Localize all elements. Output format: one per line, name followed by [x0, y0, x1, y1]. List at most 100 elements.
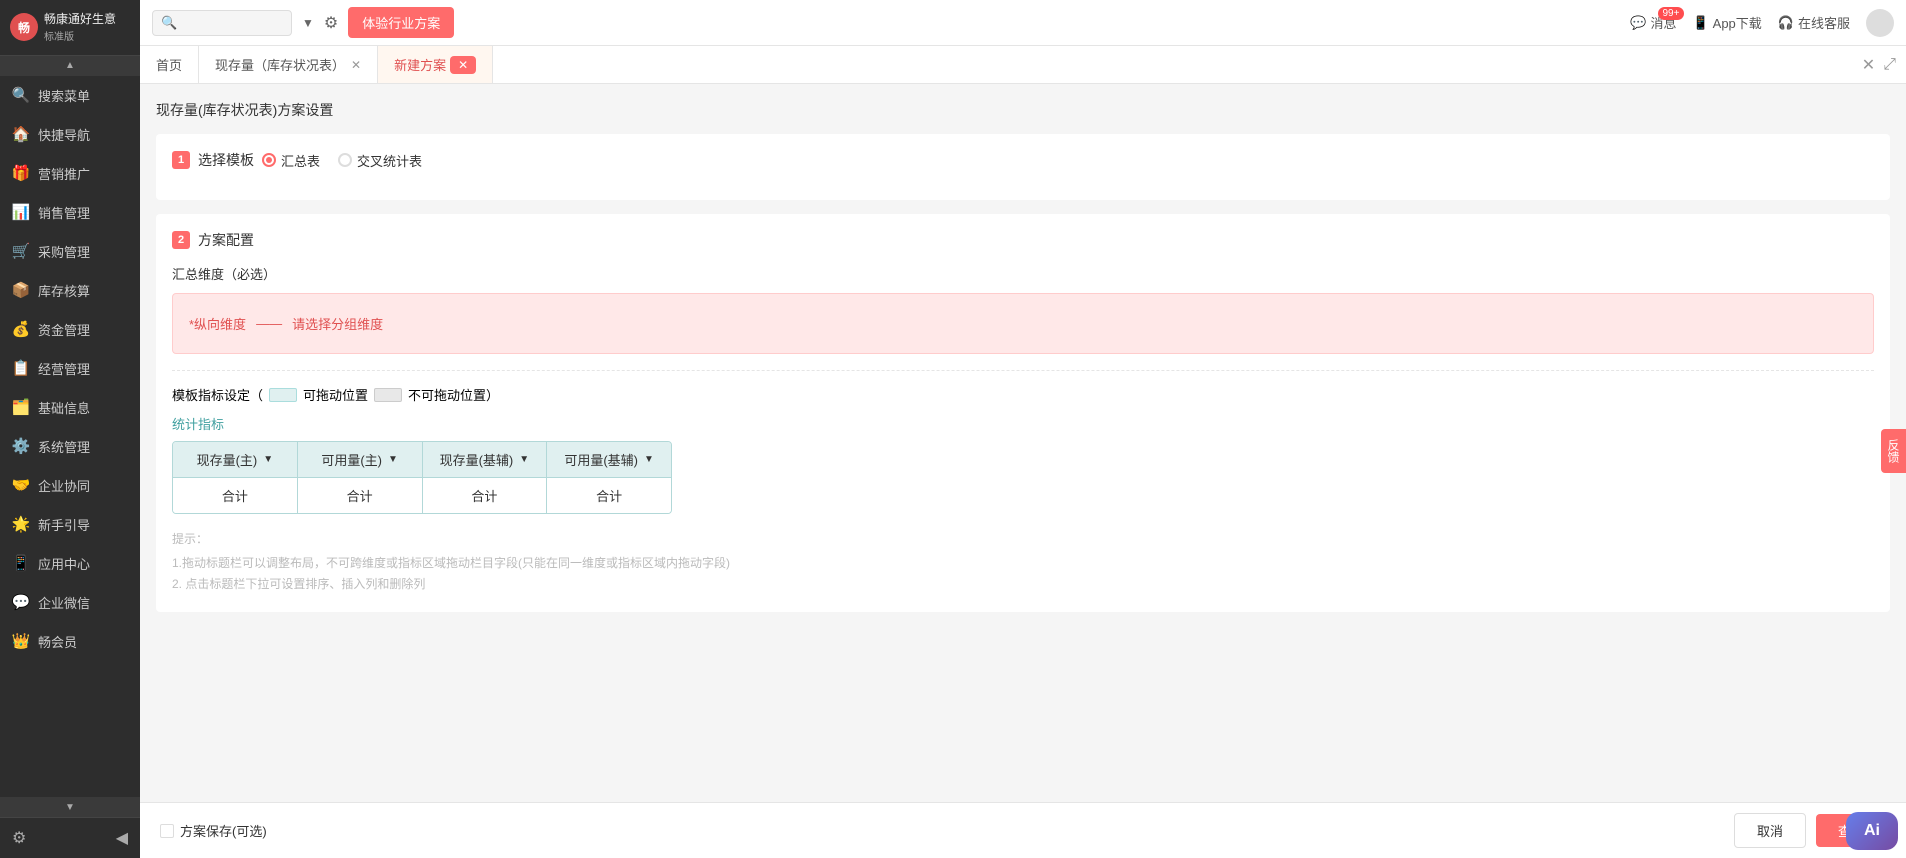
- step2-section: 2 方案配置 汇总维度（必选） *纵向维度 —— 请选择分组维度 模板指标设定（…: [156, 214, 1890, 612]
- sidebar-bottom: ⚙ ◀: [0, 817, 140, 858]
- experience-btn[interactable]: 体验行业方案: [348, 7, 454, 38]
- tab-close-inventory_status[interactable]: ✕: [351, 58, 361, 72]
- vertical-dimension-label: *纵向维度: [189, 314, 246, 333]
- message-icon: 💬: [1630, 15, 1646, 31]
- topbar-right: 💬 消息 99+ 📱 App下载 🎧 在线客服: [1630, 9, 1894, 37]
- logo-text: 畅康通好生意: [44, 12, 116, 28]
- save-checkbox[interactable]: [160, 824, 174, 838]
- sidebar-item-inventory[interactable]: 📦 库存核算: [0, 271, 140, 310]
- tab-new_plan[interactable]: 新建方案✕: [378, 46, 493, 83]
- sidebar-item-system[interactable]: ⚙️系统管理: [0, 427, 140, 466]
- step2-label: 方案配置: [198, 230, 254, 250]
- sidebar-item-label: 经营管理: [38, 359, 90, 378]
- main-area: 🔍 ▼ ⚙ 体验行业方案 💬 消息 99+ 📱 App下载 🎧 在线客服 首页现…: [140, 0, 1906, 858]
- wechat-icon: 💬: [12, 593, 30, 611]
- topbar-gear-icon[interactable]: ⚙: [324, 13, 338, 33]
- step1-label: 选择模板: [198, 150, 254, 170]
- stat-col-header-1[interactable]: 可用量(主)▼: [298, 442, 423, 477]
- tip-item-0: 1.拖动标题栏可以调整布局，不可跨维度或指标区域拖动栏目字段(只能在同一维度或指…: [172, 553, 1874, 575]
- close-icon[interactable]: ✕: [1862, 55, 1875, 75]
- sidebar-nav: 🔍搜索菜单🏠快捷导航🎁营销推广 📊 销售管理 🛒采购管理 📦 库存核算 💰资金管理 📋 经营管理…: [0, 76, 140, 797]
- sidebar-item-marketing[interactable]: 🎁营销推广: [0, 154, 140, 193]
- sidebar-item-basic[interactable]: 🗂️基础信息: [0, 388, 140, 427]
- sidebar-item-label: 应用中心: [38, 554, 90, 573]
- sidebar-item-label: 库存核算: [38, 281, 90, 300]
- divider1: [172, 370, 1874, 371]
- inventory-icon: 📦: [12, 281, 30, 299]
- logo-sub: 标准版: [44, 28, 116, 43]
- sort-icon: ▼: [388, 454, 398, 465]
- tips-title: 提示：: [172, 529, 1874, 551]
- sidebar-item-operation[interactable]: 📋 经营管理: [0, 349, 140, 388]
- sidebar-item-label: 营销推广: [38, 164, 90, 183]
- feedback-tab[interactable]: 反馈: [1881, 429, 1906, 473]
- finance-icon: 💰: [12, 320, 30, 338]
- sidebar-item-corp[interactable]: 🤝企业协同: [0, 466, 140, 505]
- sidebar-item-member[interactable]: 👑 畅会员: [0, 622, 140, 661]
- sidebar-item-newbie[interactable]: 🌟新手引导: [0, 505, 140, 544]
- topbar-dropdown-icon[interactable]: ▼: [302, 16, 314, 30]
- tab-inventory_status[interactable]: 现存量（库存状况表） ✕: [199, 46, 378, 83]
- settings-icon[interactable]: ⚙: [12, 828, 26, 848]
- topbar-search-box[interactable]: 🔍: [152, 10, 292, 36]
- tab-bar: 首页现存量（库存状况表）✕新建方案✕✕⤢: [140, 46, 1906, 84]
- radio-dot-summary: [262, 153, 276, 167]
- sidebar-item-finance[interactable]: 💰资金管理: [0, 310, 140, 349]
- stat-table: 现存量(主)▼可用量(主)▼现存量(基辅)▼可用量(基辅)▼合计合计合计合计: [172, 441, 672, 514]
- topbar-online-service[interactable]: 🎧 在线客服: [1778, 13, 1850, 32]
- legend-draggable-label: 可拖动位置: [303, 385, 368, 404]
- legend-fixed-box: [374, 388, 402, 402]
- tab-label: 现存量（库存状况表）: [215, 55, 345, 74]
- main-content: 现存量(库存状况表)方案设置 1 选择模板 汇总表交叉统计表 2 方案配置 汇总…: [140, 84, 1906, 802]
- sidebar-scroll-up[interactable]: ▲: [0, 56, 140, 76]
- legend-draggable-box: [269, 388, 297, 402]
- ai-widget[interactable]: Ai: [1846, 812, 1898, 850]
- sidebar-item-search[interactable]: 🔍搜索菜单: [0, 76, 140, 115]
- sidebar-item-wechat[interactable]: 💬企业微信: [0, 583, 140, 622]
- collapse-icon[interactable]: ◀: [116, 828, 128, 848]
- sort-icon: ▼: [519, 454, 529, 465]
- member-icon: 👑: [12, 632, 30, 650]
- sidebar-item-label: 畅会员: [38, 632, 77, 651]
- cancel-button[interactable]: 取消: [1734, 813, 1806, 848]
- topbar-app-download[interactable]: 📱 App下载: [1692, 13, 1761, 32]
- stat-cell-0-1: 合计: [298, 478, 423, 513]
- stat-col-header-3[interactable]: 可用量(基辅)▼: [547, 442, 671, 477]
- search-icon: 🔍: [161, 15, 177, 31]
- sidebar-item-label: 采购管理: [38, 242, 90, 261]
- search-input[interactable]: [183, 16, 263, 30]
- expand-icon[interactable]: ⤢: [1883, 56, 1896, 74]
- step1-section: 1 选择模板 汇总表交叉统计表: [156, 134, 1890, 200]
- page-title: 现存量(库存状况表)方案设置: [156, 100, 1890, 120]
- app-icon: 📱: [1692, 15, 1708, 31]
- user-avatar[interactable]: [1866, 9, 1894, 37]
- sidebar-item-purchase[interactable]: 🛒采购管理: [0, 232, 140, 271]
- tab-label: 首页: [156, 55, 182, 74]
- stat-col-header-2[interactable]: 现存量(基辅)▼: [423, 442, 548, 477]
- topbar: 🔍 ▼ ⚙ 体验行业方案 💬 消息 99+ 📱 App下载 🎧 在线客服: [140, 0, 1906, 46]
- radio-label-cross: 交叉统计表: [357, 151, 422, 170]
- sidebar-item-sales[interactable]: 📊 销售管理: [0, 193, 140, 232]
- sales-icon: 📊: [12, 203, 30, 221]
- radio-label-summary: 汇总表: [281, 151, 320, 170]
- radio-cross[interactable]: 交叉统计表: [338, 151, 422, 170]
- topbar-messages[interactable]: 💬 消息 99+: [1630, 13, 1676, 32]
- search-icon: 🔍: [12, 86, 30, 104]
- basic-icon: 🗂️: [12, 398, 30, 416]
- sort-icon: ▼: [263, 454, 273, 465]
- indicator-setting-row: 模板指标设定（ 可拖动位置 不可拖动位置）: [172, 385, 1874, 404]
- tab-home[interactable]: 首页: [140, 46, 199, 83]
- tab-close-new_plan[interactable]: ✕: [450, 56, 476, 74]
- vertical-dimension-row: *纵向维度 —— 请选择分组维度: [189, 314, 1857, 333]
- sidebar-item-label: 销售管理: [38, 203, 90, 222]
- sidebar-scroll-down[interactable]: ▼: [0, 797, 140, 817]
- radio-summary[interactable]: 汇总表: [262, 151, 320, 170]
- sidebar-item-label: 快捷导航: [38, 125, 90, 144]
- stat-col-header-0[interactable]: 现存量(主) ▼: [173, 442, 298, 477]
- step2-header: 2 方案配置: [172, 230, 1874, 250]
- sidebar-item-appstore[interactable]: 📱应用中心: [0, 544, 140, 583]
- sidebar-item-quicknav[interactable]: 🏠快捷导航: [0, 115, 140, 154]
- newbie-icon: 🌟: [12, 515, 30, 533]
- col-header-label: 现存量(主): [197, 450, 258, 469]
- operation-icon: 📋: [12, 359, 30, 377]
